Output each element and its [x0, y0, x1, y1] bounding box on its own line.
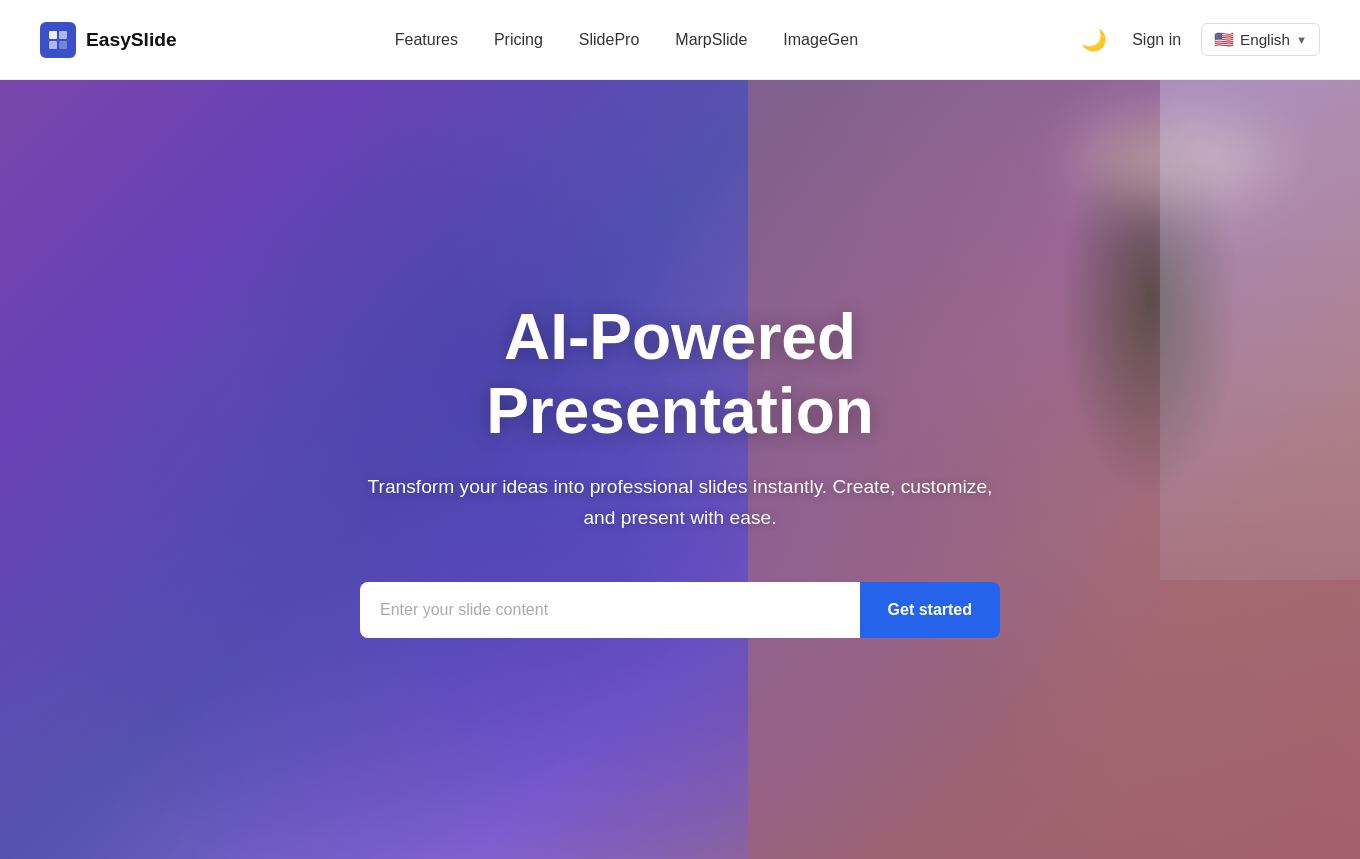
hero-title: AI-Powered Presentation	[360, 301, 1000, 448]
nav-link-slidepro[interactable]: SlidePro	[579, 31, 639, 48]
slide-content-input[interactable]	[360, 582, 860, 638]
dark-mode-button[interactable]: 🌙	[1076, 22, 1112, 58]
svg-rect-3	[59, 41, 67, 49]
hero-title-line2: Presentation	[486, 375, 874, 447]
nav-item-marpslide[interactable]: MarpSlide	[675, 31, 747, 49]
hero-title-line1: AI-Powered	[504, 301, 856, 373]
svg-rect-2	[49, 41, 57, 49]
nav-link-imagegen[interactable]: ImageGen	[783, 31, 858, 48]
sign-in-link[interactable]: Sign in	[1132, 31, 1181, 49]
nav-link-marpslide[interactable]: MarpSlide	[675, 31, 747, 48]
hero-content: AI-Powered Presentation Transform your i…	[340, 301, 1020, 638]
nav-link-pricing[interactable]: Pricing	[494, 31, 543, 48]
language-selector-button[interactable]: 🇺🇸 English ▼	[1201, 23, 1320, 56]
svg-rect-1	[59, 31, 67, 39]
get-started-button[interactable]: Get started	[860, 582, 1000, 638]
nav-links: Features Pricing SlidePro MarpSlide Imag…	[395, 31, 858, 49]
nav-right: 🌙 Sign in 🇺🇸 English ▼	[1076, 22, 1320, 58]
nav-item-imagegen[interactable]: ImageGen	[783, 31, 858, 49]
logo-link[interactable]: EasySlide	[40, 22, 177, 58]
hero-cta-area: Get started	[360, 582, 1000, 638]
chevron-down-icon: ▼	[1296, 34, 1307, 46]
logo-text: EasySlide	[86, 29, 177, 51]
navbar-inner: EasySlide Features Pricing SlidePro Marp…	[40, 22, 1320, 58]
navbar: EasySlide Features Pricing SlidePro Marp…	[0, 0, 1360, 80]
nav-item-pricing[interactable]: Pricing	[494, 31, 543, 49]
hero-section: AI-Powered Presentation Transform your i…	[0, 0, 1360, 859]
hero-screen-glow	[1160, 80, 1360, 580]
svg-rect-0	[49, 31, 57, 39]
hero-subtitle: Transform your ideas into professional s…	[360, 472, 1000, 533]
flag-icon: 🇺🇸	[1214, 30, 1234, 49]
nav-link-features[interactable]: Features	[395, 31, 458, 48]
nav-item-features[interactable]: Features	[395, 31, 458, 49]
language-label: English	[1240, 31, 1290, 48]
moon-icon: 🌙	[1081, 28, 1107, 52]
nav-item-slidepro[interactable]: SlidePro	[579, 31, 639, 49]
logo-icon	[40, 22, 76, 58]
